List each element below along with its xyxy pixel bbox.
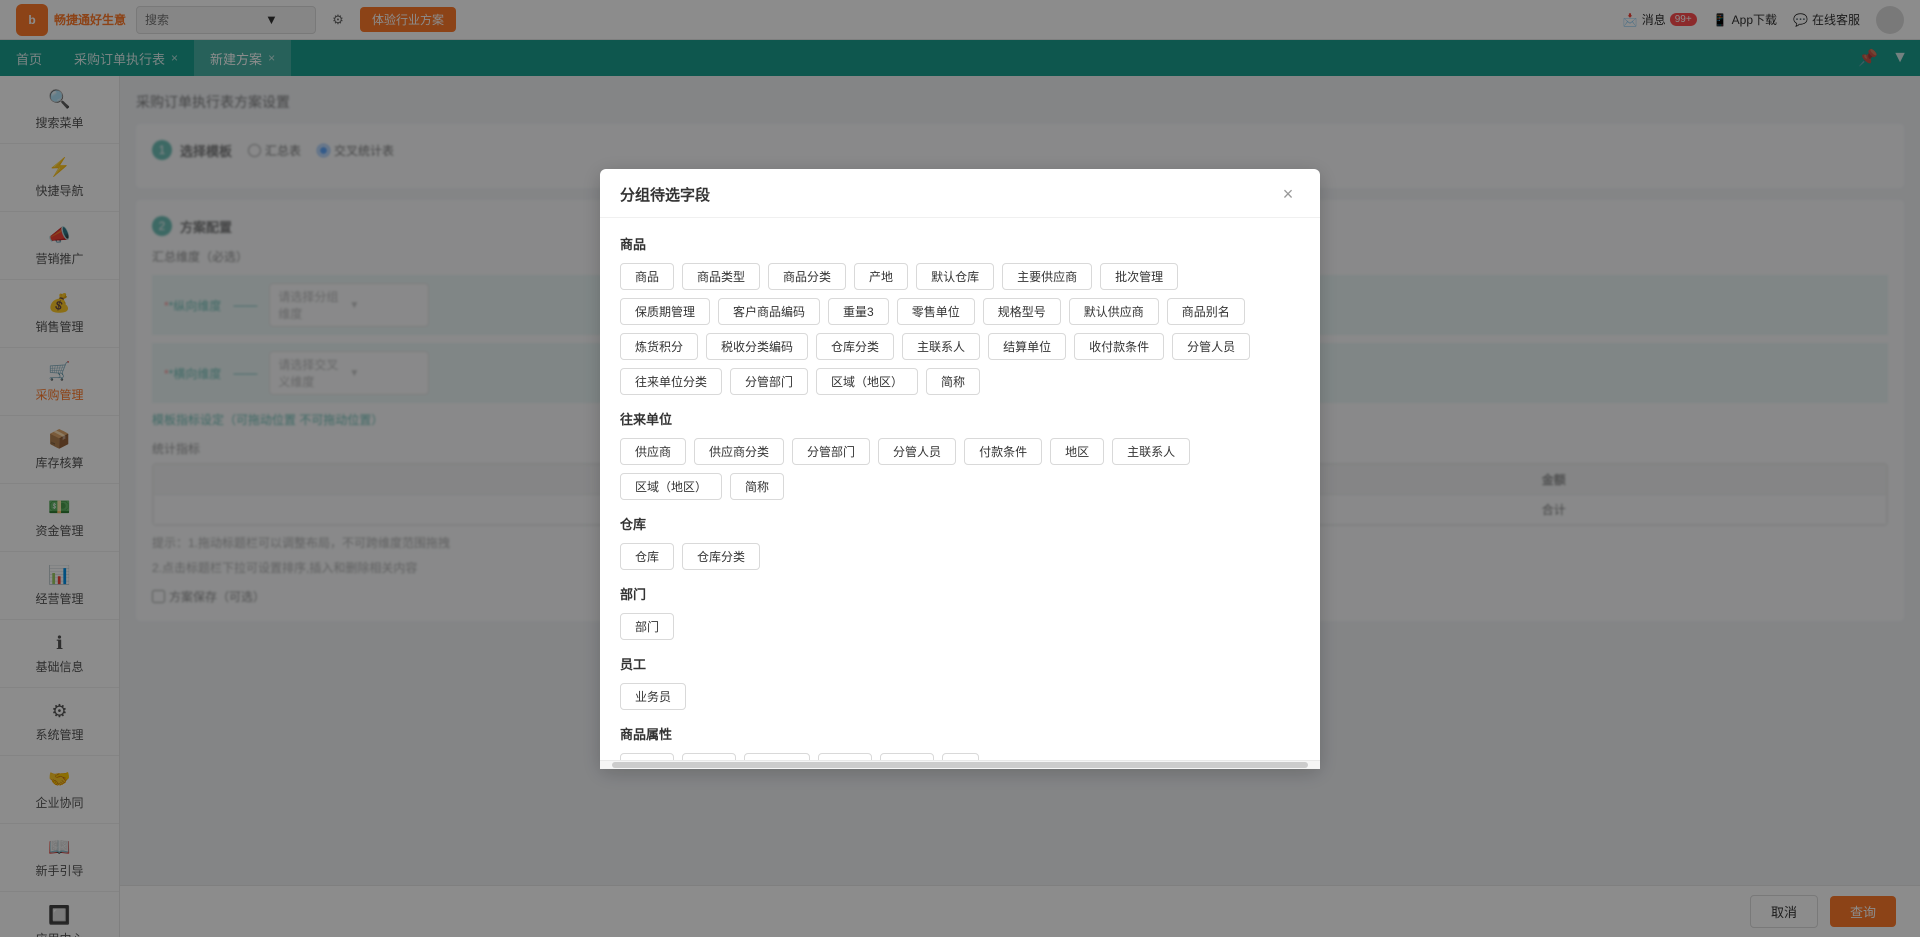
field-tag[interactable]: 地区 bbox=[1050, 438, 1104, 465]
field-tags-staff: 业务员 bbox=[620, 683, 1300, 710]
field-tags-goods-4: 往来单位分类 分管部门 区域（地区） 简称 bbox=[620, 368, 1300, 395]
group-title-goods-attr: 商品属性 bbox=[620, 724, 1300, 743]
field-tag[interactable]: 结算单位 bbox=[988, 333, 1066, 360]
field-tag[interactable]: 分管人员 bbox=[1172, 333, 1250, 360]
field-tags-partner-2: 区域（地区） 简称 bbox=[620, 473, 1300, 500]
field-tags-goods-3: 炼货积分 税收分类编码 仓库分类 主联系人 结算单位 收付款条件 分管人员 bbox=[620, 333, 1300, 360]
modal-close-btn[interactable]: × bbox=[1276, 183, 1300, 207]
field-tag[interactable]: 商品 bbox=[620, 263, 674, 290]
field-tags-warehouse: 仓库 仓库分类 bbox=[620, 543, 1300, 570]
field-tag[interactable]: 仓库 bbox=[620, 543, 674, 570]
field-tag[interactable]: 业务员 bbox=[620, 683, 686, 710]
group-title-warehouse: 仓库 bbox=[620, 514, 1300, 533]
field-tag[interactable]: 商品分类 bbox=[768, 263, 846, 290]
field-tag[interactable]: 商品类型 bbox=[682, 263, 760, 290]
field-tag[interactable]: 区域（地区） bbox=[620, 473, 722, 500]
field-tag[interactable]: 默认仓库 bbox=[916, 263, 994, 290]
field-tag[interactable]: 产地 bbox=[854, 263, 908, 290]
field-tag[interactable]: 税收分类编码 bbox=[706, 333, 808, 360]
field-tag[interactable]: 主要供应商 bbox=[1002, 263, 1092, 290]
field-tag[interactable]: 分管部门 bbox=[730, 368, 808, 395]
modal-body[interactable]: 商品 商品 商品类型 商品分类 产地 默认仓库 主要供应商 批次管理 保质期管理… bbox=[600, 218, 1320, 760]
group-title-partner: 往来单位 bbox=[620, 409, 1300, 428]
field-tags-goods-2: 保质期管理 客户商品编码 重量3 零售单位 规格型号 默认供应商 商品别名 bbox=[620, 298, 1300, 325]
group-title-goods: 商品 bbox=[620, 234, 1300, 253]
field-tag[interactable]: 保质期管理 bbox=[620, 298, 710, 325]
modal-hscroll[interactable] bbox=[600, 760, 1320, 769]
field-tag[interactable]: 部门 bbox=[620, 613, 674, 640]
field-tag[interactable]: 属性 bbox=[620, 753, 674, 760]
field-tag[interactable]: 简称 bbox=[730, 473, 784, 500]
modal: 分组待选字段 × 商品 商品 商品类型 商品分类 产地 默认仓库 主要供应商 批… bbox=[600, 169, 1320, 769]
field-tag[interactable]: 付款条件 bbox=[964, 438, 1042, 465]
group-title-dept: 部门 bbox=[620, 584, 1300, 603]
field-tag[interactable]: 重量3 bbox=[828, 298, 889, 325]
field-tags-goods-attr: 属性 颜色 多规格 尺码 鞋码 1 bbox=[620, 753, 1300, 760]
field-tag[interactable]: 批次管理 bbox=[1100, 263, 1178, 290]
field-tag[interactable]: 供应商分类 bbox=[694, 438, 784, 465]
field-tags-partner: 供应商 供应商分类 分管部门 分管人员 付款条件 地区 主联系人 bbox=[620, 438, 1300, 465]
field-tag[interactable]: 颜色 bbox=[682, 753, 736, 760]
field-tag[interactable]: 1 bbox=[942, 753, 979, 760]
field-tag[interactable]: 供应商 bbox=[620, 438, 686, 465]
field-tag[interactable]: 分管部门 bbox=[792, 438, 870, 465]
field-tag[interactable]: 主联系人 bbox=[1112, 438, 1190, 465]
field-tag[interactable]: 尺码 bbox=[818, 753, 872, 760]
field-tag[interactable]: 简称 bbox=[926, 368, 980, 395]
field-tag[interactable]: 多规格 bbox=[744, 753, 810, 760]
field-tag[interactable]: 区域（地区） bbox=[816, 368, 918, 395]
field-tag[interactable]: 主联系人 bbox=[902, 333, 980, 360]
field-tag[interactable]: 分管人员 bbox=[878, 438, 956, 465]
field-tag[interactable]: 仓库分类 bbox=[682, 543, 760, 570]
field-tag[interactable]: 规格型号 bbox=[983, 298, 1061, 325]
field-tag[interactable]: 客户商品编码 bbox=[718, 298, 820, 325]
field-tag[interactable]: 收付款条件 bbox=[1074, 333, 1164, 360]
modal-header: 分组待选字段 × bbox=[600, 169, 1320, 218]
field-tag[interactable]: 鞋码 bbox=[880, 753, 934, 760]
field-tag[interactable]: 商品别名 bbox=[1167, 298, 1245, 325]
group-title-staff: 员工 bbox=[620, 654, 1300, 673]
field-tag[interactable]: 往来单位分类 bbox=[620, 368, 722, 395]
field-tag[interactable]: 零售单位 bbox=[897, 298, 975, 325]
field-tag[interactable]: 炼货积分 bbox=[620, 333, 698, 360]
field-tag[interactable]: 仓库分类 bbox=[816, 333, 894, 360]
field-tags-goods: 商品 商品类型 商品分类 产地 默认仓库 主要供应商 批次管理 bbox=[620, 263, 1300, 290]
modal-title: 分组待选字段 bbox=[620, 184, 710, 205]
field-tags-dept: 部门 bbox=[620, 613, 1300, 640]
modal-overlay: 分组待选字段 × 商品 商品 商品类型 商品分类 产地 默认仓库 主要供应商 批… bbox=[0, 0, 1920, 937]
field-tag[interactable]: 默认供应商 bbox=[1069, 298, 1159, 325]
